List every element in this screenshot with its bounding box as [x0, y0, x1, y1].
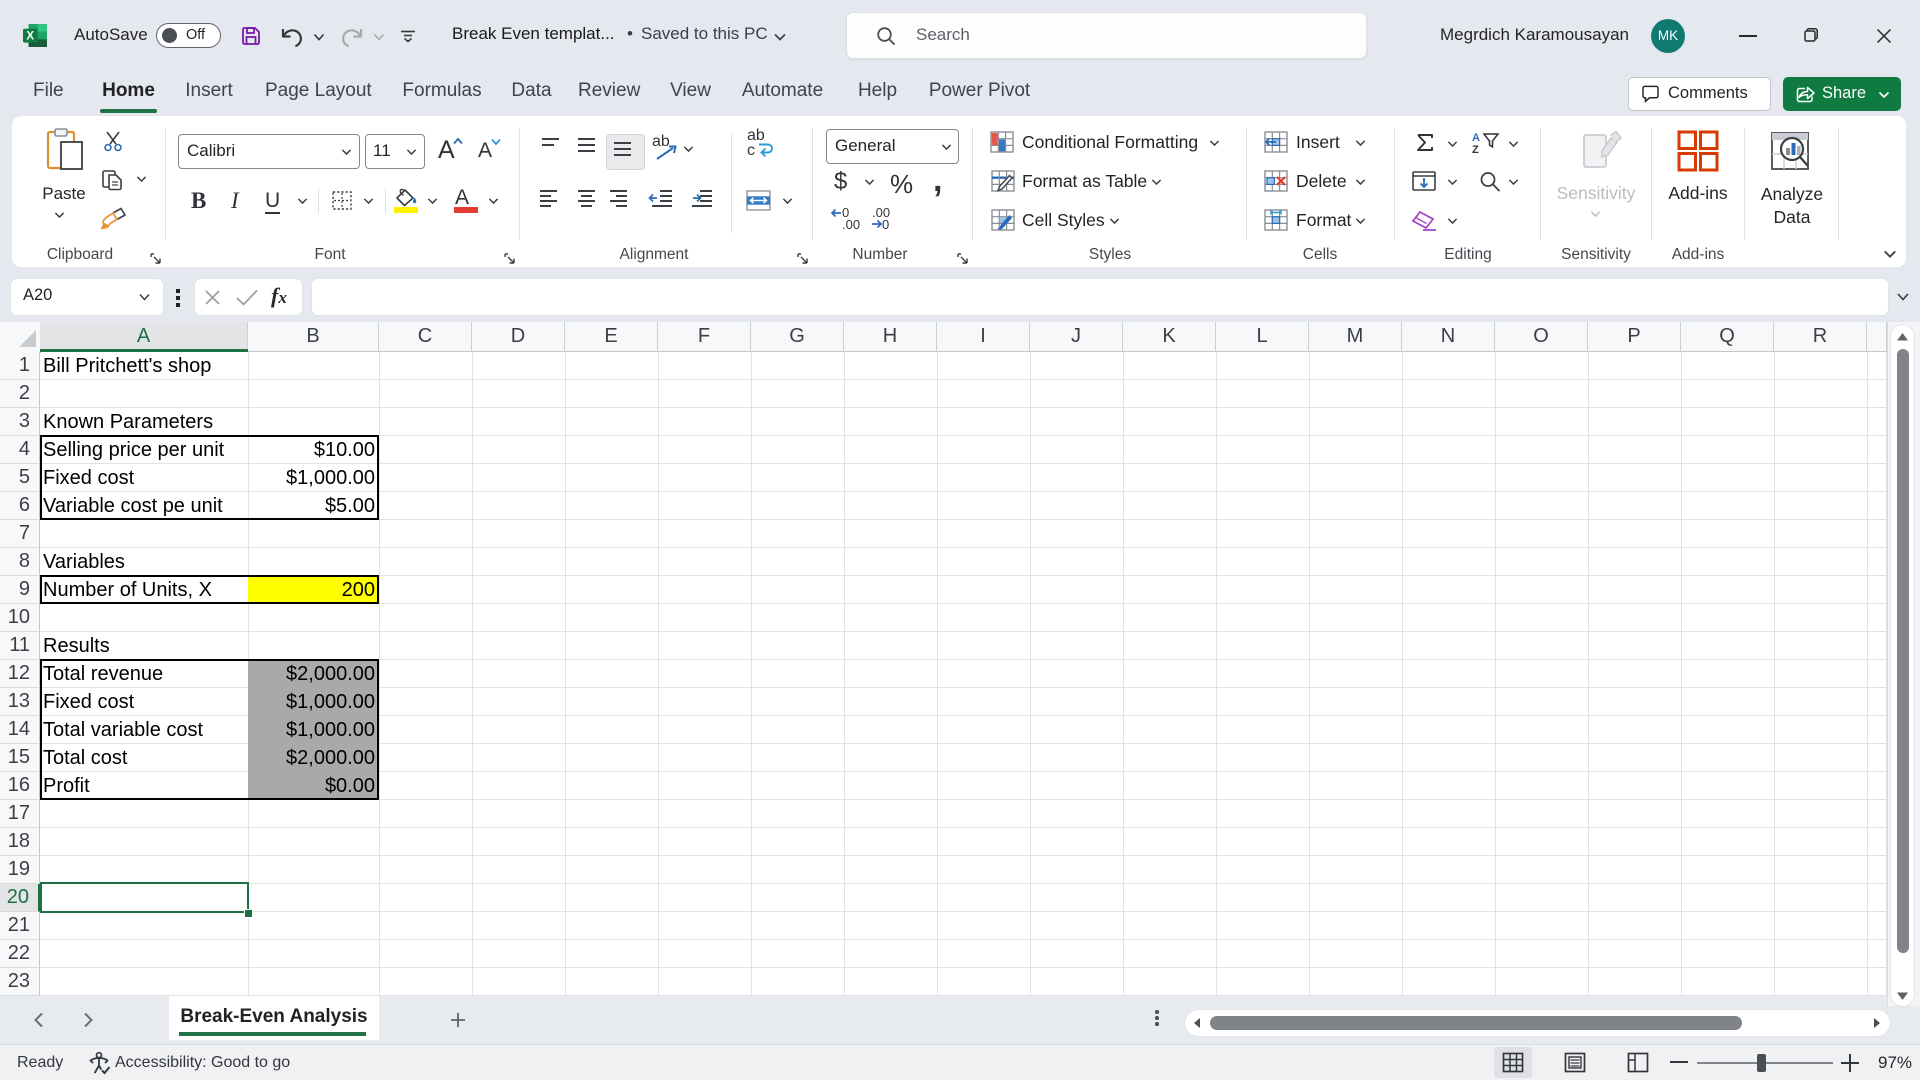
svg-text:A: A: [1472, 132, 1480, 144]
svg-text:X: X: [26, 31, 34, 43]
svg-text:Z: Z: [1472, 144, 1479, 155]
